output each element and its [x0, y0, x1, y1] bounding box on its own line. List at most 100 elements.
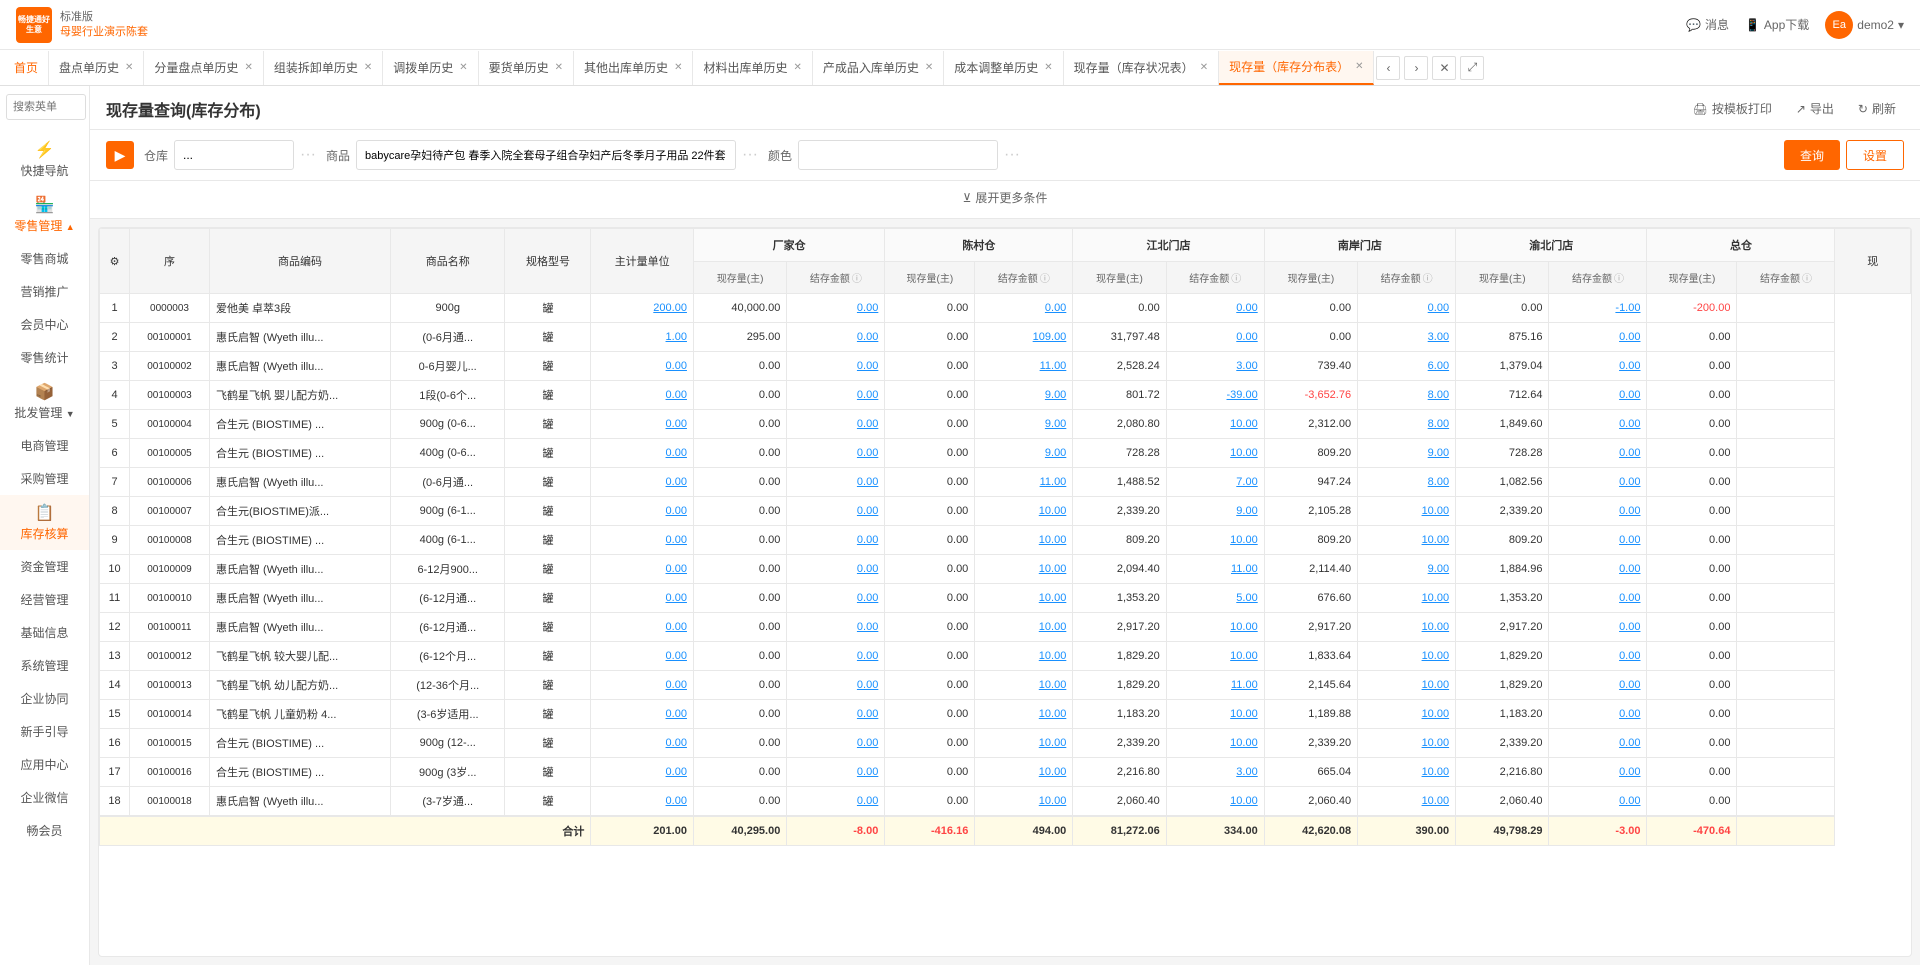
row-chengjia-stock[interactable]: 0.00 — [787, 729, 885, 758]
query-btn[interactable]: 查询 — [1784, 140, 1840, 170]
row-yubeimen-stock[interactable]: 10.00 — [1358, 787, 1456, 817]
row-total-stock[interactable]: 0.00 — [1549, 410, 1647, 439]
row-nanan-stock[interactable]: 3.00 — [1166, 352, 1264, 381]
col-settings-header[interactable]: ⚙ — [100, 229, 130, 294]
row-yubeimen-stock[interactable]: 10.00 — [1358, 700, 1456, 729]
search-input[interactable] — [6, 94, 86, 120]
row-nanan-stock[interactable]: 10.00 — [1166, 642, 1264, 671]
row-chengjia-stock[interactable]: 0.00 — [787, 352, 885, 381]
row-yubeimen-stock[interactable]: 8.00 — [1358, 381, 1456, 410]
sidebar-item-inventory[interactable]: 📋 库存核算 — [0, 495, 89, 550]
expand-conditions-btn[interactable]: ⊻ 展开更多条件 — [951, 185, 1060, 210]
row-factory-stock[interactable]: 0.00 — [591, 729, 694, 758]
info-icon[interactable]: ⓘ — [1614, 270, 1624, 285]
tab-close-icon[interactable]: ✕ — [674, 62, 682, 73]
info-icon[interactable]: ⓘ — [1423, 270, 1433, 285]
tab-expand-btn[interactable]: ⤢ — [1460, 56, 1484, 80]
row-chengjia-stock[interactable]: 0.00 — [787, 323, 885, 352]
tab-home[interactable]: 首页 — [4, 51, 49, 85]
sidebar-item-mall[interactable]: 零售商城 — [0, 242, 89, 275]
row-total-stock[interactable]: 0.00 — [1549, 584, 1647, 613]
row-jiangbei-stock[interactable]: 10.00 — [975, 555, 1073, 584]
print-btn[interactable]: 🖨 按模板打印 — [1685, 96, 1780, 121]
row-jiangbei-stock[interactable]: 11.00 — [975, 468, 1073, 497]
collapse-filter-btn[interactable]: ▶ — [106, 141, 134, 169]
row-jiangbei-stock[interactable]: 10.00 — [975, 700, 1073, 729]
row-nanan-stock[interactable]: 10.00 — [1166, 700, 1264, 729]
row-factory-stock[interactable]: 0.00 — [591, 381, 694, 410]
row-total-stock[interactable]: 0.00 — [1549, 700, 1647, 729]
row-factory-stock[interactable]: 0.00 — [591, 410, 694, 439]
tab-inventory[interactable]: 盘点单历史✕ — [49, 51, 144, 85]
row-total-stock[interactable]: 0.00 — [1549, 642, 1647, 671]
row-chengjia-stock[interactable]: 0.00 — [787, 671, 885, 700]
tab-prev-btn[interactable]: ‹ — [1376, 56, 1400, 80]
row-factory-stock[interactable]: 0.00 — [591, 526, 694, 555]
row-yubeimen-stock[interactable]: 10.00 — [1358, 642, 1456, 671]
row-total-stock[interactable]: 0.00 — [1549, 323, 1647, 352]
row-yubeimen-stock[interactable]: 10.00 — [1358, 526, 1456, 555]
row-yubeimen-stock[interactable]: 6.00 — [1358, 352, 1456, 381]
tab-close-icon[interactable]: ✕ — [1044, 62, 1052, 73]
tab-close-icon[interactable]: ✕ — [459, 62, 467, 73]
tab-close-icon[interactable]: ✕ — [925, 62, 933, 73]
refresh-btn[interactable]: ↻ 刷新 — [1850, 96, 1904, 121]
row-jiangbei-stock[interactable]: 9.00 — [975, 410, 1073, 439]
row-nanan-stock[interactable]: 10.00 — [1166, 439, 1264, 468]
sidebar-item-system[interactable]: 系统管理 — [0, 649, 89, 682]
tab-partial-inventory[interactable]: 分量盘点单历史✕ — [144, 51, 263, 85]
info-icon[interactable]: ⓘ — [1802, 270, 1812, 285]
row-jiangbei-stock[interactable]: 10.00 — [975, 758, 1073, 787]
tab-transfer[interactable]: 调拨单历史✕ — [383, 51, 478, 85]
row-jiangbei-stock[interactable]: 10.00 — [975, 613, 1073, 642]
row-factory-stock[interactable]: 0.00 — [591, 584, 694, 613]
row-chengjia-stock[interactable]: 0.00 — [787, 294, 885, 323]
tab-order[interactable]: 要货单历史✕ — [479, 51, 574, 85]
info-icon[interactable]: ⓘ — [852, 270, 862, 285]
tab-stock-dist[interactable]: 现存量（库存分布表）✕ — [1219, 51, 1374, 85]
sidebar-item-purchase[interactable]: 采购管理 — [0, 462, 89, 495]
sidebar-item-members[interactable]: 会员中心 — [0, 308, 89, 341]
row-jiangbei-stock[interactable]: 10.00 — [975, 729, 1073, 758]
row-yubeimen-stock[interactable]: 10.00 — [1358, 729, 1456, 758]
row-nanan-stock[interactable]: 7.00 — [1166, 468, 1264, 497]
tab-cost-adjust[interactable]: 成本调整单历史✕ — [944, 51, 1063, 85]
row-factory-stock[interactable]: 0.00 — [591, 497, 694, 526]
row-factory-stock[interactable]: 0.00 — [591, 700, 694, 729]
row-nanan-stock[interactable]: 9.00 — [1166, 497, 1264, 526]
row-nanan-stock[interactable]: 3.00 — [1166, 758, 1264, 787]
row-yubeimen-stock[interactable]: 8.00 — [1358, 410, 1456, 439]
row-nanan-stock[interactable]: 11.00 — [1166, 555, 1264, 584]
row-total-stock[interactable]: 0.00 — [1549, 468, 1647, 497]
row-yubeimen-stock[interactable]: 10.00 — [1358, 584, 1456, 613]
tab-close-icon[interactable]: ✕ — [125, 62, 133, 73]
sidebar-item-cooperation[interactable]: 企业协同 — [0, 682, 89, 715]
row-jiangbei-stock[interactable]: 11.00 — [975, 352, 1073, 381]
row-factory-stock[interactable]: 0.00 — [591, 671, 694, 700]
tab-close-icon[interactable]: ✕ — [1355, 61, 1363, 72]
tab-close-icon[interactable]: ✕ — [364, 62, 372, 73]
tab-next-btn[interactable]: › — [1404, 56, 1428, 80]
row-yubeimen-stock[interactable]: 9.00 — [1358, 555, 1456, 584]
row-chengjia-stock[interactable]: 0.00 — [787, 497, 885, 526]
row-factory-stock[interactable]: 0.00 — [591, 352, 694, 381]
row-factory-stock[interactable]: 0.00 — [591, 439, 694, 468]
row-factory-stock[interactable]: 0.00 — [591, 555, 694, 584]
row-total-stock[interactable]: -1.00 — [1549, 294, 1647, 323]
sidebar-item-management[interactable]: 经营管理 — [0, 583, 89, 616]
row-jiangbei-stock[interactable]: 10.00 — [975, 526, 1073, 555]
export-btn[interactable]: ↗ 导出 — [1788, 96, 1842, 121]
row-chengjia-stock[interactable]: 0.00 — [787, 381, 885, 410]
sidebar-item-marketing[interactable]: 营销推广 — [0, 275, 89, 308]
color-input[interactable] — [798, 140, 998, 170]
goods-input[interactable] — [356, 140, 736, 170]
row-yubeimen-stock[interactable]: 3.00 — [1358, 323, 1456, 352]
tab-close-icon[interactable]: ✕ — [1200, 62, 1208, 73]
row-chengjia-stock[interactable]: 0.00 — [787, 613, 885, 642]
row-factory-stock[interactable]: 0.00 — [591, 468, 694, 497]
tab-close-icon[interactable]: ✕ — [793, 62, 801, 73]
row-jiangbei-stock[interactable]: 10.00 — [975, 671, 1073, 700]
row-chengjia-stock[interactable]: 0.00 — [787, 700, 885, 729]
sidebar-item-shortcuts[interactable]: ⚡ 快捷导航 — [0, 132, 89, 187]
tab-close-icon[interactable]: ✕ — [244, 62, 252, 73]
